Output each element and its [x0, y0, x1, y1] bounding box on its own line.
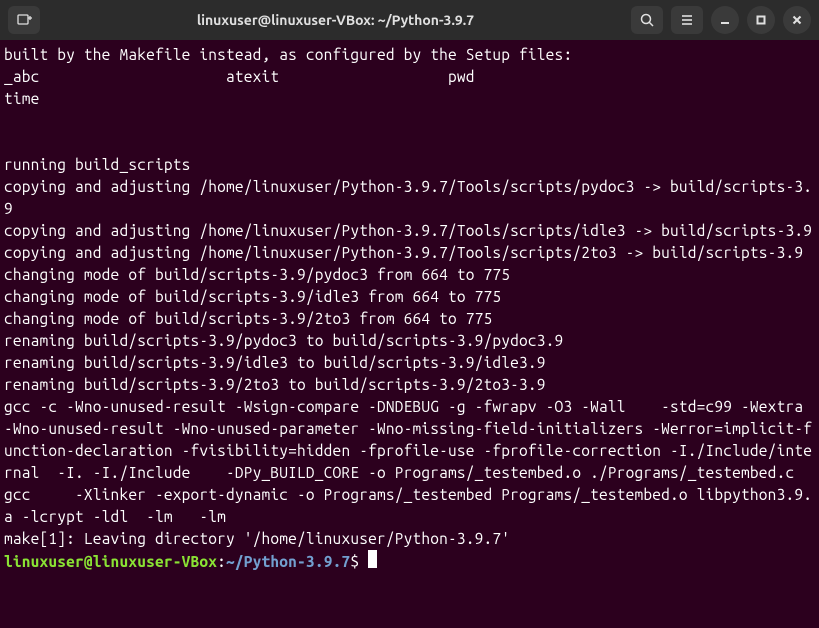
output-line: make[1]: Leaving directory '/home/linuxu… — [4, 530, 510, 547]
output-line: changing mode of build/scripts-3.9/pydoc… — [4, 266, 510, 283]
output-line: _abc atexit pwd — [4, 68, 475, 85]
menu-button[interactable] — [671, 6, 703, 34]
search-button[interactable] — [631, 6, 663, 34]
new-tab-icon — [16, 12, 32, 28]
titlebar: linuxuser@linuxuser-VBox: ~/Python-3.9.7 — [0, 0, 819, 40]
new-tab-button[interactable] — [8, 6, 40, 34]
output-line: running build_scripts — [4, 156, 190, 173]
output-line: gcc -Xlinker -export-dynamic -o Programs… — [4, 486, 812, 525]
maximize-button[interactable] — [747, 6, 775, 34]
close-icon — [791, 14, 803, 26]
prompt-user-host: linuxuser@linuxuser-VBox — [4, 553, 217, 570]
output-line: changing mode of build/scripts-3.9/2to3 … — [4, 310, 492, 327]
minimize-button[interactable] — [711, 6, 739, 34]
output-line: renaming build/scripts-3.9/idle3 to buil… — [4, 354, 546, 371]
maximize-icon — [755, 14, 767, 26]
output-line: built by the Makefile instead, as config… — [4, 46, 572, 63]
minimize-icon — [719, 14, 731, 26]
output-line: copying and adjusting /home/linuxuser/Py… — [4, 244, 803, 261]
cursor — [368, 550, 377, 568]
search-icon — [639, 12, 655, 28]
output-line: renaming build/scripts-3.9/2to3 to build… — [4, 376, 546, 393]
prompt-symbol: $ — [350, 553, 359, 570]
close-button[interactable] — [783, 6, 811, 34]
output-line: gcc -c -Wno-unused-result -Wsign-compare… — [4, 398, 812, 481]
prompt-colon: : — [217, 553, 226, 570]
output-line: changing mode of build/scripts-3.9/idle3… — [4, 288, 501, 305]
hamburger-icon — [679, 12, 695, 28]
output-line: copying and adjusting /home/linuxuser/Py… — [4, 222, 812, 239]
window-title: linuxuser@linuxuser-VBox: ~/Python-3.9.7 — [48, 12, 623, 28]
output-line: time — [4, 90, 40, 107]
prompt-line: linuxuser@linuxuser-VBox:~/Python-3.9.7$ — [4, 553, 377, 570]
titlebar-left — [8, 6, 40, 34]
terminal-output[interactable]: built by the Makefile instead, as config… — [0, 40, 819, 628]
output-line: renaming build/scripts-3.9/pydoc3 to bui… — [4, 332, 563, 349]
titlebar-right — [631, 6, 811, 34]
output-line: copying and adjusting /home/linuxuser/Py… — [4, 178, 812, 217]
prompt-path: ~/Python-3.9.7 — [226, 553, 350, 570]
